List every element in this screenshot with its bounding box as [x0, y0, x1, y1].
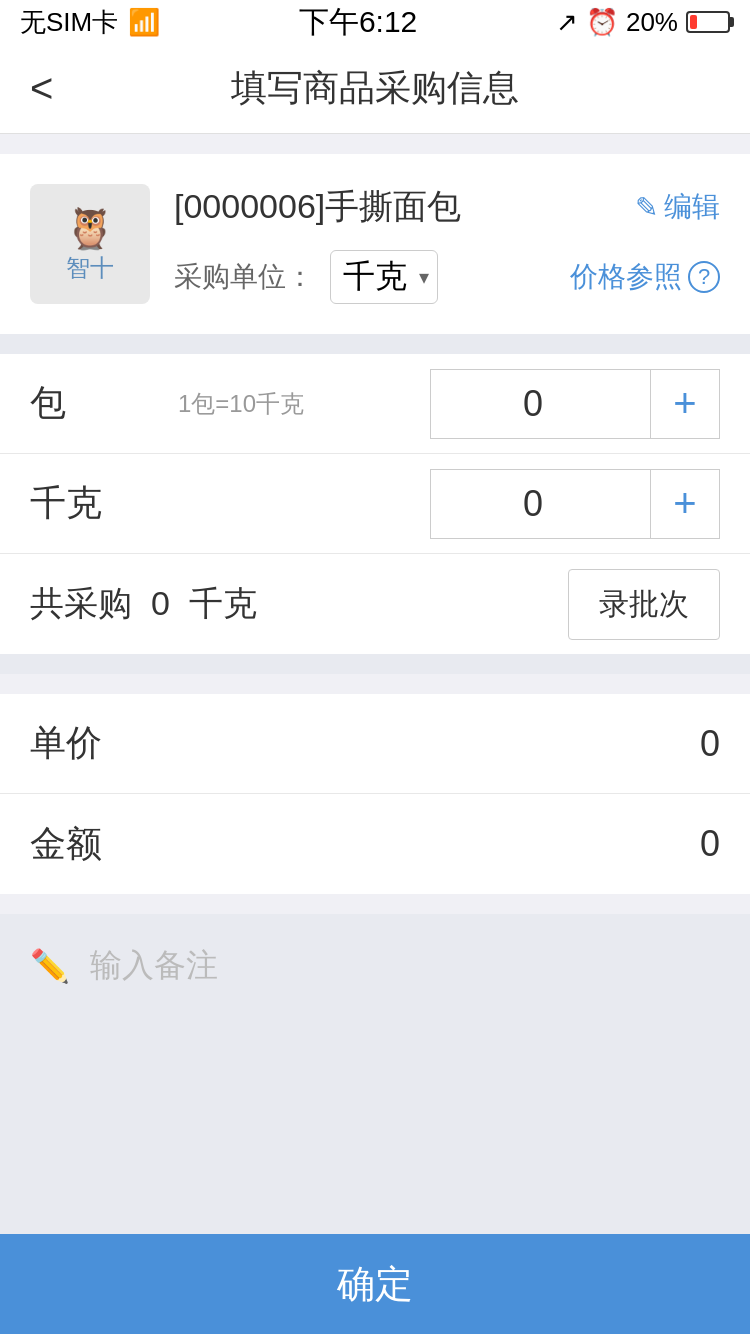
location-icon: ↗ [556, 7, 578, 38]
edit-label: 编辑 [664, 188, 720, 226]
kg-input-row: 千克 + [0, 454, 750, 554]
back-button[interactable]: < [30, 66, 53, 111]
total-label: 共采购 0 千克 [30, 581, 257, 627]
product-info: [0000006]手撕面包 ✎ 编辑 采购单位： 千克 价格参照 ? [174, 184, 720, 304]
price-ref-label: 价格参照 [570, 258, 682, 296]
product-card: 🦉 智十 [0000006]手撕面包 ✎ 编辑 采购单位： 千克 价格参照 ? [0, 154, 750, 334]
quantity-section: 包 1包=10千克 + 千克 + [0, 354, 750, 554]
kg-unit-label: 千克 [30, 479, 170, 528]
notes-placeholder: 输入备注 [90, 944, 218, 988]
kg-plus-button[interactable]: + [650, 469, 720, 539]
edit-icon: ✎ [635, 191, 658, 224]
unit-value: 千克 [343, 255, 407, 299]
total-row: 共采购 0 千克 录批次 [0, 554, 750, 654]
bag-plus-button[interactable]: + [650, 369, 720, 439]
status-bar: 无SIM卡 📶 下午6:12 ↗ ⏰ 20% [0, 0, 750, 44]
battery-percent: 20% [626, 7, 678, 38]
price-ref-button[interactable]: 价格参照 ? [570, 258, 720, 296]
alarm-icon: ⏰ [586, 7, 618, 38]
amount-value: 0 [700, 823, 720, 865]
unit-label: 采购单位： [174, 258, 314, 296]
confirm-button[interactable]: 确定 [0, 1234, 750, 1334]
wifi-icon: 📶 [128, 7, 160, 38]
bag-qty-input[interactable] [430, 369, 650, 439]
status-right: ↗ ⏰ 20% [556, 7, 730, 38]
amount-label: 金额 [30, 820, 102, 869]
bag-input-row: 包 1包=10千克 + [0, 354, 750, 454]
kg-qty-input[interactable] [430, 469, 650, 539]
kg-qty-wrapper: + [430, 469, 720, 539]
unit-select[interactable]: 千克 [330, 250, 438, 304]
product-thumbnail: 🦉 智十 [30, 184, 150, 304]
section-divider-1 [0, 334, 750, 354]
edit-button[interactable]: ✎ 编辑 [635, 188, 720, 226]
bag-unit-label: 包 [30, 379, 170, 428]
price-section: 单价 0 金额 0 [0, 694, 750, 894]
owl-icon: 🦉 [65, 205, 115, 252]
product-full-name: [0000006]手撕面包 [174, 184, 461, 230]
batch-button[interactable]: 录批次 [568, 569, 720, 640]
thumb-text: 智十 [66, 252, 114, 284]
amount-row: 金额 0 [0, 794, 750, 894]
pencil-icon: ✏️ [30, 947, 70, 985]
carrier-text: 无SIM卡 [20, 5, 118, 40]
status-time: 下午6:12 [299, 2, 417, 43]
unit-row: 采购单位： 千克 价格参照 ? [174, 250, 720, 304]
bag-qty-wrapper: + [430, 369, 720, 439]
price-ref-icon: ? [688, 261, 720, 293]
nav-bar: < 填写商品采购信息 [0, 44, 750, 134]
product-name-row: [0000006]手撕面包 ✎ 编辑 [174, 184, 720, 230]
battery-icon [686, 11, 730, 33]
page-title: 填写商品采购信息 [231, 64, 519, 113]
unit-price-row: 单价 0 [0, 694, 750, 794]
status-carrier: 无SIM卡 📶 [20, 5, 160, 40]
bag-sub-label: 1包=10千克 [178, 388, 304, 420]
unit-price-value: 0 [700, 723, 720, 765]
unit-price-label: 单价 [30, 719, 102, 768]
notes-section[interactable]: ✏️ 输入备注 [0, 914, 750, 1018]
section-divider-2 [0, 654, 750, 674]
